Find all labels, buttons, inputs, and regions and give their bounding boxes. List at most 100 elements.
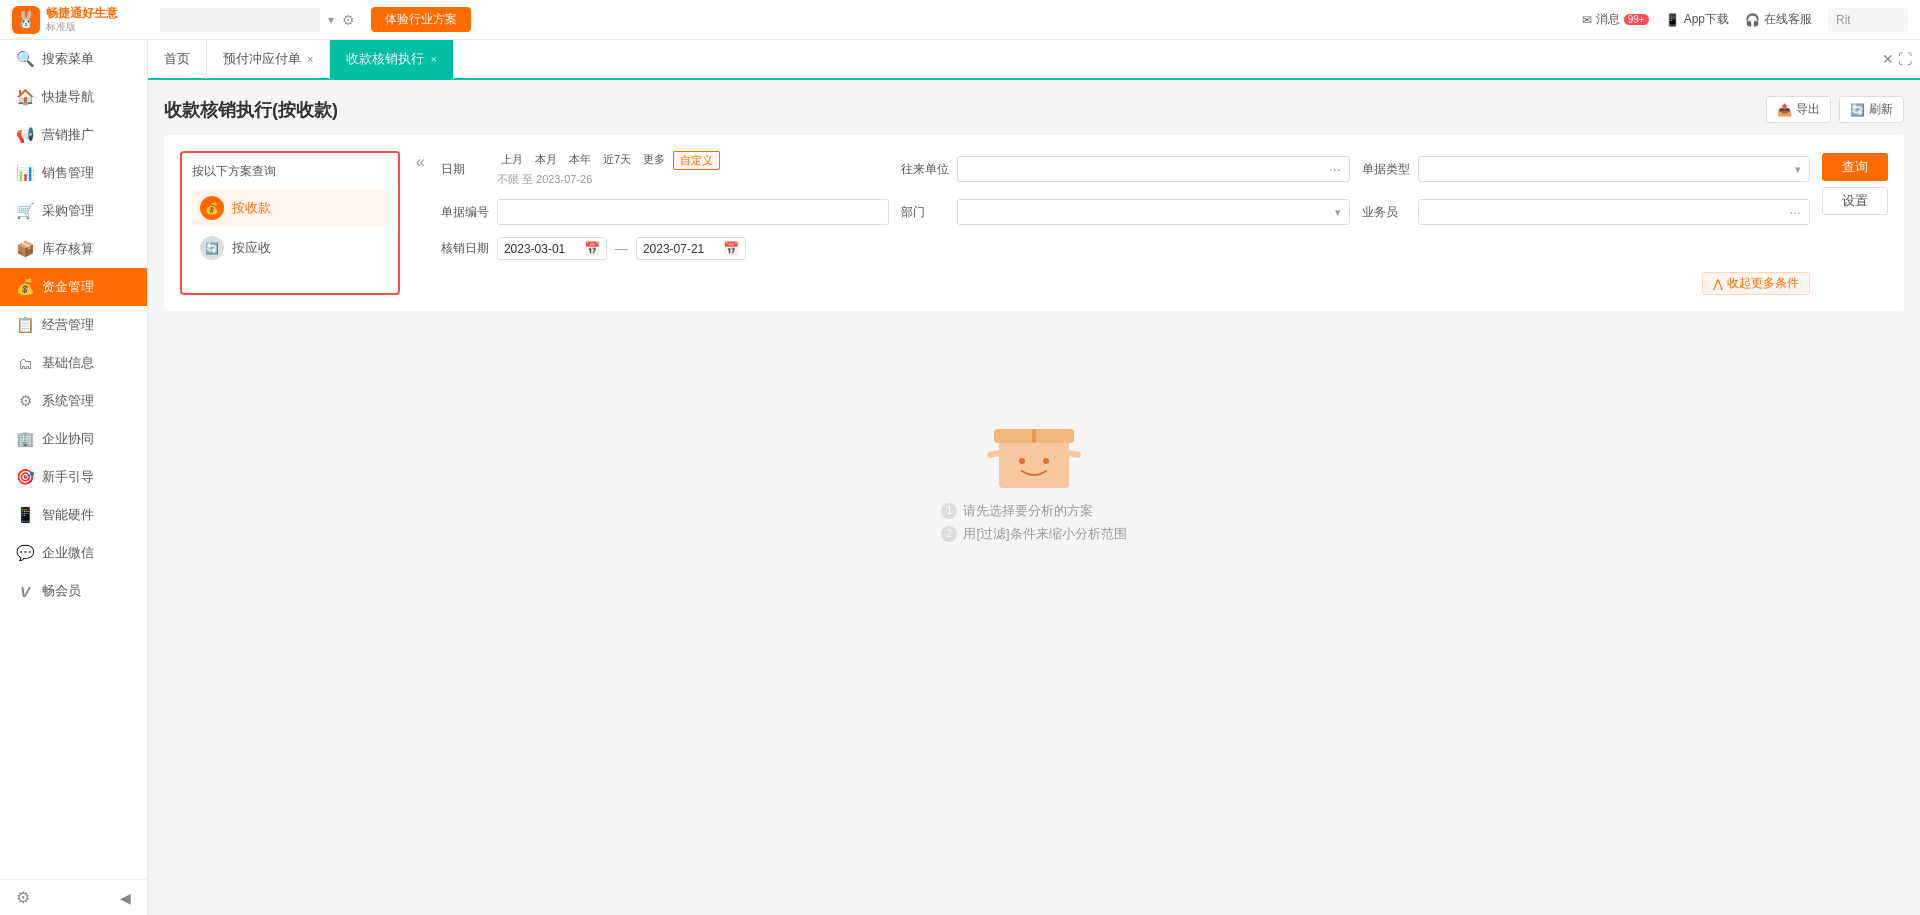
doc-type-arrow-icon: ▾ (1795, 163, 1801, 176)
date-btn-7days[interactable]: 近7天 (599, 151, 635, 170)
tab-bar: 首页 预付冲应付单 × 收款核销执行 × ✕ ⛶ (148, 40, 1920, 80)
doc-no-input[interactable] (497, 199, 889, 225)
search-icon: 🔍 (16, 50, 34, 68)
tab-prepay-close-icon[interactable]: × (307, 53, 313, 65)
doc-no-label: 单据编号 (441, 204, 489, 221)
app-icon: 📱 (1665, 13, 1680, 27)
tab-bar-actions: ✕ ⛶ (1882, 51, 1920, 67)
sidebar-item-quicknav[interactable]: 🏠 快捷导航 (0, 78, 147, 116)
page-title: 收款核销执行(按收款) (164, 98, 338, 122)
sidebar: 🔍 搜索菜单 🏠 快捷导航 📢 营销推广 📊 销售管理 🛒 采购管理 📦 库存核… (0, 40, 148, 915)
tab-receipt[interactable]: 收款核销执行 × (330, 40, 453, 79)
svg-point-3 (1019, 458, 1025, 464)
verify-date-start[interactable]: 2023-03-01 📅 (497, 237, 607, 260)
sidebar-item-hardware[interactable]: 📱 智能硬件 (0, 496, 147, 534)
step-1-num: 1 (941, 503, 957, 519)
tab-close-all-button[interactable]: ✕ (1882, 51, 1894, 67)
tab-prepay[interactable]: 预付冲应付单 × (207, 40, 330, 79)
tab-expand-button[interactable]: ⛶ (1898, 51, 1912, 67)
date-btn-custom[interactable]: 自定义 (673, 151, 720, 170)
staff-input[interactable]: ··· (1418, 199, 1810, 225)
guide-icon: 🎯 (16, 468, 34, 486)
sidebar-item-funds[interactable]: 💰 资金管理 (0, 268, 147, 306)
message-button[interactable]: ✉ 消息 99+ (1582, 11, 1649, 28)
logo: 🐰 畅捷通好生意 标准版 (12, 6, 160, 34)
sidebar-item-search[interactable]: 🔍 搜索菜单 (0, 40, 147, 78)
sidebar-item-marketing[interactable]: 📢 营销推广 (0, 116, 147, 154)
date-btn-last-month[interactable]: 上月 (497, 151, 527, 170)
system-icon: ⚙ (16, 392, 34, 410)
inventory-icon: 📦 (16, 240, 34, 258)
settings-button[interactable]: 设置 (1822, 187, 1888, 215)
filter-from-unit-field: 往来单位 ··· (901, 156, 1349, 182)
sidebar-item-enterprise[interactable]: 🏢 企业协同 (0, 420, 147, 458)
empty-state: 1 请先选择要分析的方案 2 用[过滤]条件来缩小分析范围 (164, 323, 1904, 626)
sidebar-item-guide[interactable]: 🎯 新手引导 (0, 458, 147, 496)
wechat-icon: 💬 (16, 544, 34, 562)
by-receivable-label: 按应收 (232, 239, 271, 257)
doc-type-select[interactable]: ▾ (1418, 156, 1810, 182)
service-icon: 🎧 (1745, 13, 1760, 27)
verify-date-end[interactable]: 2023-07-21 📅 (636, 237, 746, 260)
business-icon: 📋 (16, 316, 34, 334)
filter-doc-no-field: 单据编号 (441, 199, 889, 225)
empty-step-2: 2 用[过滤]条件来缩小分析范围 (941, 522, 1126, 545)
date-btn-this-year[interactable]: 本年 (565, 151, 595, 170)
filter-row-1: 日期 上月 本月 本年 近7天 更多 自定义 不限 至 (441, 151, 1810, 187)
from-unit-label: 往来单位 (901, 161, 949, 178)
sidebar-item-inventory[interactable]: 📦 库存核算 (0, 230, 147, 268)
top-bar-middle: ▾ ⚙ 体验行业方案 (160, 7, 1582, 32)
date-range-dash: — (615, 241, 628, 256)
sidebar-item-purchase[interactable]: 🛒 采购管理 (0, 192, 147, 230)
online-service-button[interactable]: 🎧 在线客服 (1745, 11, 1812, 28)
filter-scheme-selector: 按以下方案查询 💰 按收款 🔄 按应收 (180, 151, 400, 295)
sidebar-item-sales[interactable]: 📊 销售管理 (0, 154, 147, 192)
marketing-icon: 📢 (16, 126, 34, 144)
app-download-button[interactable]: 📱 App下载 (1665, 11, 1729, 28)
date-subtext: 不限 至 2023-07-26 (497, 172, 889, 187)
filter-option-by-receivable[interactable]: 🔄 按应收 (192, 230, 388, 266)
logo-icon: 🐰 (12, 6, 40, 34)
tab-home[interactable]: 首页 (148, 40, 207, 79)
date-btn-more[interactable]: 更多 (639, 151, 669, 170)
dept-select[interactable]: ▾ (957, 199, 1349, 225)
by-receipt-label: 按收款 (232, 199, 271, 217)
funds-icon: 💰 (16, 278, 34, 296)
page-content: 收款核销执行(按收款) 📤 导出 🔄 刷新 按以下方案查询 (148, 80, 1920, 915)
export-button[interactable]: 📤 导出 (1766, 96, 1831, 123)
page-header: 收款核销执行(按收款) 📤 导出 🔄 刷新 (164, 96, 1904, 123)
filter-option-by-receipt[interactable]: 💰 按收款 (192, 190, 388, 226)
empty-step-1: 1 请先选择要分析的方案 (941, 499, 1126, 522)
sidebar-item-basics[interactable]: 🗂 基础信息 (0, 344, 147, 382)
sidebar-item-system[interactable]: ⚙ 系统管理 (0, 382, 147, 420)
sidebar-collapse-icon[interactable]: ◀ (120, 890, 131, 906)
collapse-button[interactable]: ⋀ 收起更多条件 (1702, 272, 1810, 295)
cal-start-icon: 📅 (584, 241, 600, 256)
query-button[interactable]: 查询 (1822, 153, 1888, 181)
empty-illustration (984, 403, 1084, 483)
svg-rect-0 (999, 438, 1069, 488)
date-btn-this-month[interactable]: 本月 (531, 151, 561, 170)
refresh-icon: 🔄 (1850, 103, 1865, 117)
from-unit-input[interactable]: ··· (957, 156, 1349, 182)
sales-icon: 📊 (16, 164, 34, 182)
filter-date-field: 日期 上月 本月 本年 近7天 更多 自定义 不限 至 (441, 151, 889, 187)
filter-toggle-icon[interactable]: « (412, 151, 429, 173)
dropdown-arrow-icon[interactable]: ▾ (328, 13, 334, 27)
user-menu[interactable]: Rit (1828, 8, 1908, 32)
sidebar-item-business[interactable]: 📋 经营管理 (0, 306, 147, 344)
svg-rect-2 (1032, 429, 1036, 443)
sidebar-item-member[interactable]: V 畅会员 (0, 572, 147, 610)
top-bar: 🐰 畅捷通好生意 标准版 ▾ ⚙ 体验行业方案 ✉ 消息 99+ 📱 App下载… (0, 0, 1920, 40)
company-selector[interactable] (160, 8, 320, 32)
sidebar-item-wechat[interactable]: 💬 企业微信 (0, 534, 147, 572)
logo-text: 畅捷通好生意 标准版 (46, 6, 118, 32)
sidebar-settings-icon[interactable]: ⚙ (16, 888, 30, 907)
refresh-button[interactable]: 🔄 刷新 (1839, 96, 1904, 123)
by-receipt-icon: 💰 (200, 196, 224, 220)
message-badge: 99+ (1624, 14, 1649, 25)
sidebar-bottom: ⚙ ◀ (0, 879, 147, 915)
settings-icon[interactable]: ⚙ (342, 12, 355, 28)
industry-button[interactable]: 体验行业方案 (371, 7, 471, 32)
tab-receipt-close-icon[interactable]: × (430, 53, 436, 65)
